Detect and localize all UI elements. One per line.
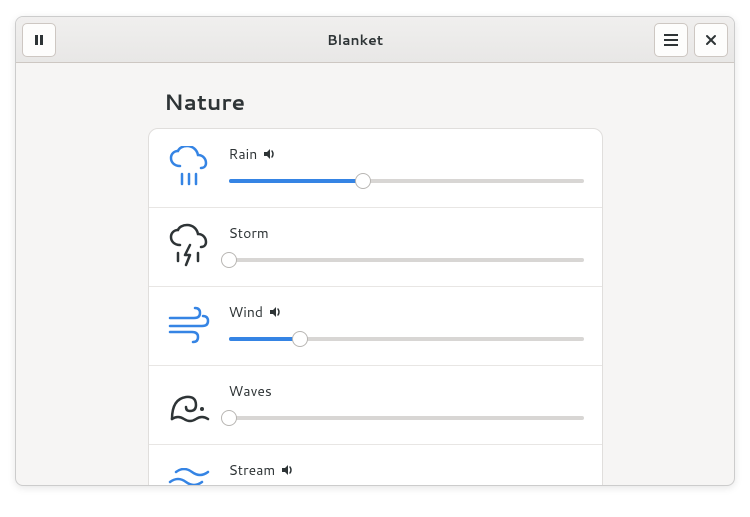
section-title: Nature — [164, 87, 734, 118]
sound-label: Wind — [229, 302, 264, 322]
content-area: Nature Rain — [16, 63, 734, 485]
waves-icon — [163, 380, 215, 428]
sound-label: Storm — [229, 223, 269, 243]
wind-icon — [163, 301, 215, 349]
app-window: Blanket Nature Rain — [15, 16, 735, 486]
sound-label: Stream — [229, 460, 276, 480]
sound-label: Waves — [229, 381, 272, 401]
stream-icon — [163, 459, 215, 485]
sound-list: Rain — [148, 128, 603, 485]
storm-icon — [163, 222, 215, 270]
volume-slider-storm[interactable] — [229, 251, 584, 269]
speaker-icon — [263, 148, 277, 160]
sound-label: Rain — [229, 144, 258, 164]
close-icon — [705, 34, 717, 46]
sound-row-stream: Stream — [149, 445, 602, 485]
sound-row-storm: Storm — [149, 208, 602, 287]
speaker-icon — [269, 306, 283, 318]
window-title: Blanket — [56, 30, 654, 50]
sound-row-rain: Rain — [149, 129, 602, 208]
volume-slider-wind[interactable] — [229, 330, 584, 348]
close-button[interactable] — [694, 23, 728, 57]
menu-button[interactable] — [654, 23, 688, 57]
speaker-icon — [281, 464, 295, 476]
pause-button[interactable] — [22, 23, 56, 57]
rain-icon — [163, 143, 215, 191]
headerbar: Blanket — [16, 17, 734, 63]
hamburger-icon — [664, 34, 678, 46]
sound-row-wind: Wind — [149, 287, 602, 366]
sound-row-waves: Waves — [149, 366, 602, 445]
volume-slider-rain[interactable] — [229, 172, 584, 190]
volume-slider-waves[interactable] — [229, 409, 584, 427]
pause-icon — [33, 34, 45, 46]
